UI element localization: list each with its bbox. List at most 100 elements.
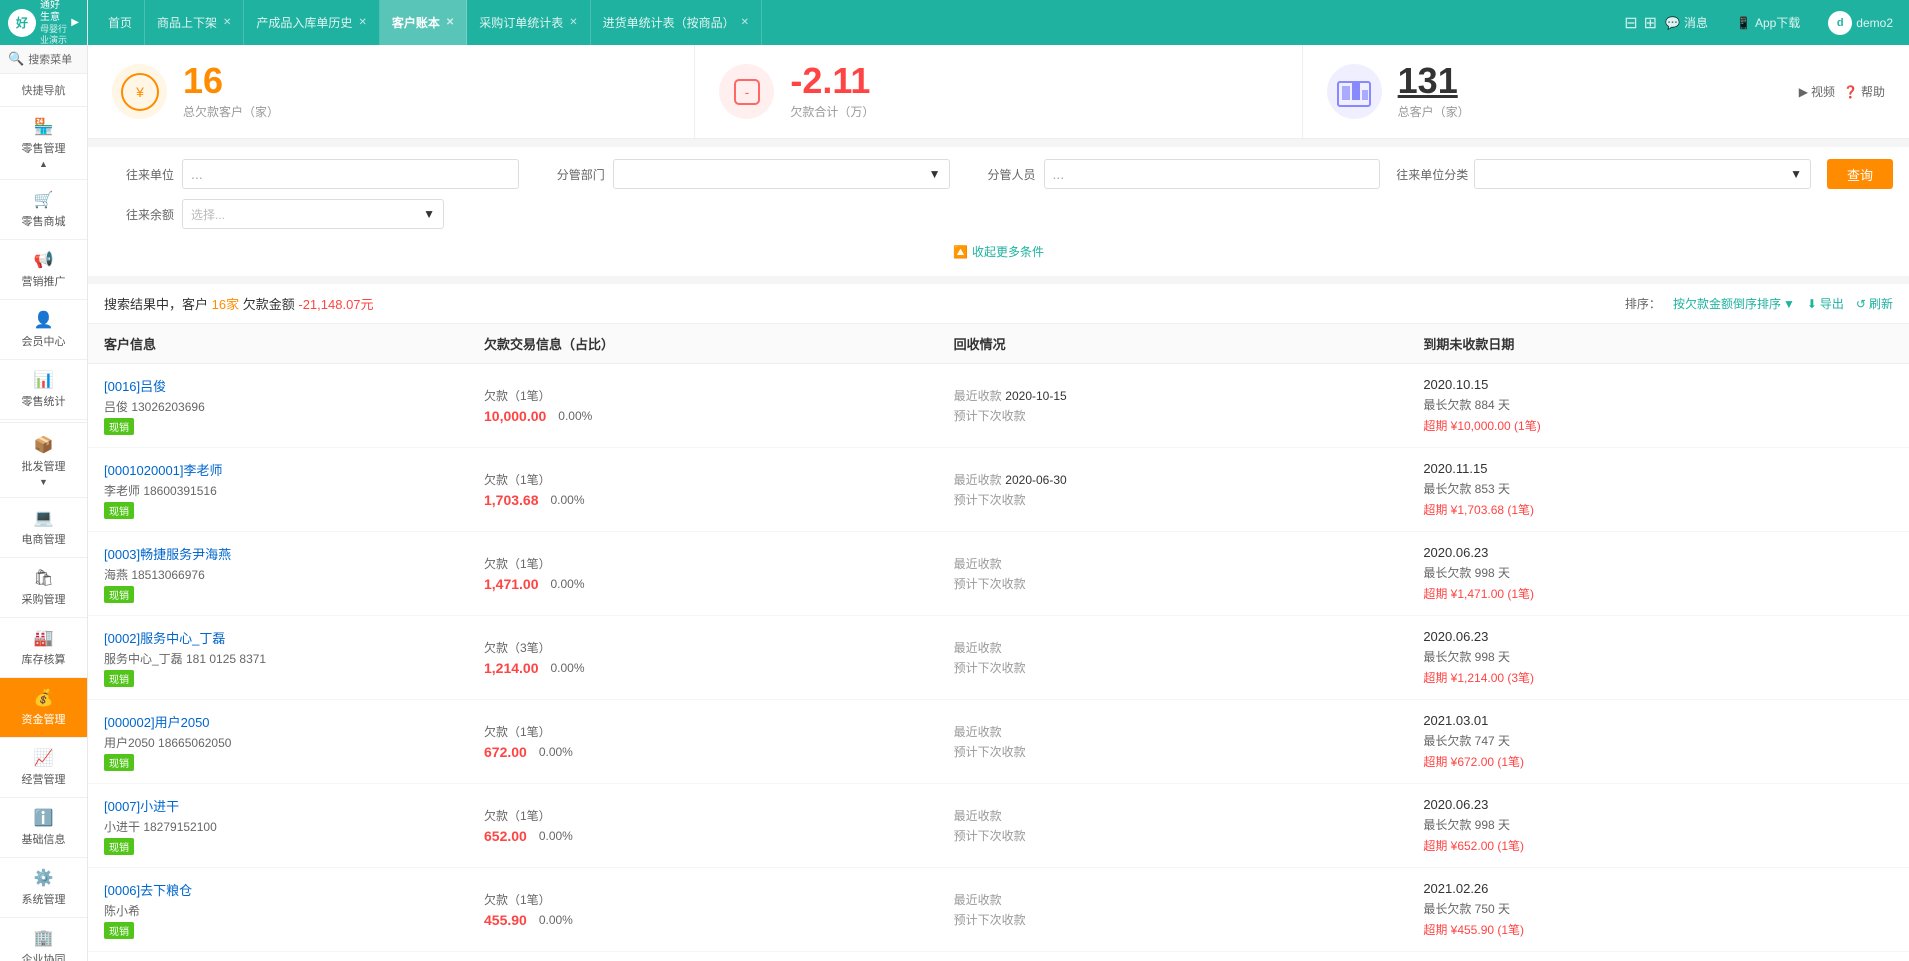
collapse-button[interactable]: 🔼 收起更多条件: [953, 243, 1044, 260]
tab-close-icon[interactable]: ✕: [358, 17, 366, 28]
sidebar-item-inventory[interactable]: 🏭 库存核算: [0, 618, 87, 678]
member-icon: 👤: [34, 310, 54, 330]
retail-mgmt-icon: 🏪: [34, 117, 54, 137]
overdue-amount-4[interactable]: 超期 ¥672.00 (1笔): [1423, 753, 1893, 770]
inventory-icon: 🏭: [34, 628, 54, 648]
debt-amount-0: 10,000.00: [484, 408, 546, 424]
debt-row-3: 1,214.00 0.00%: [484, 660, 954, 676]
sidebar-item-purchase[interactable]: 🛍 采购管理: [0, 558, 87, 618]
table-row: [0007]小进干 小进干 18279152100 现销 欠款（1笔） 652.…: [88, 784, 1909, 868]
stat-card-debt-customers: ¥ 16 总欠款客户（家）: [88, 45, 695, 138]
recovery-info-5: 最近收款 预计下次收款: [954, 807, 1424, 844]
sidebar-item-label: 经营管理: [22, 771, 66, 787]
sidebar-item-member[interactable]: 👤 会员中心: [0, 300, 87, 360]
debt-amount-1: 1,703.68: [484, 492, 539, 508]
tab-customer-account[interactable]: 客户账本 ✕: [380, 0, 467, 45]
total-customers-label: 总客户（家）: [1398, 103, 1783, 120]
message-label: 消息: [1684, 14, 1708, 31]
message-btn[interactable]: 💬 消息: [1657, 10, 1716, 35]
debt-row-5: 652.00 0.00%: [484, 828, 954, 844]
customer-info-1: [0001020001]李老师 李老师 18600391516 现销: [104, 460, 484, 519]
app-download-btn[interactable]: 📱 App下载: [1728, 10, 1808, 35]
main-area: 首页 商品上下架 ✕ 产成品入库单历史 ✕ 客户账本 ✕ 采购订单统计表 ✕ 进…: [88, 0, 1909, 961]
customer-name-1[interactable]: [0001020001]李老师: [104, 460, 484, 479]
debt-info-2: 欠款（1笔） 1,471.00 0.00%: [484, 555, 954, 592]
query-button[interactable]: 查询: [1827, 159, 1893, 189]
customer-name-5[interactable]: [0007]小进干: [104, 796, 484, 815]
minimize-icon[interactable]: ⊟: [1624, 13, 1637, 33]
sidebar-item-label: 电商管理: [22, 531, 66, 547]
sidebar-item-finance[interactable]: 💰 资金管理: [0, 678, 87, 738]
overdue-amount-2[interactable]: 超期 ¥1,471.00 (1笔): [1423, 585, 1893, 602]
sidebar-item-system[interactable]: ⚙️ 系统管理: [0, 858, 87, 918]
table-row: [0003]畅捷服务尹海燕 海燕 18513066976 现销 欠款（1笔） 1…: [88, 532, 1909, 616]
recovery-info-6: 最近收款 预计下次收款: [954, 891, 1424, 928]
recovery-info-3: 最近收款 预计下次收款: [954, 639, 1424, 676]
balance-select[interactable]: 选择... ▼: [182, 199, 444, 229]
customer-name-0[interactable]: [0016]吕俊: [104, 376, 484, 395]
tab-close-icon[interactable]: ✕: [446, 17, 454, 28]
overdue-date-0: 2020.10.15: [1423, 377, 1893, 392]
refresh-icon: ↺: [1856, 297, 1866, 311]
tab-close-icon[interactable]: ✕: [741, 17, 749, 28]
debt-row-1: 1,703.68 0.00%: [484, 492, 954, 508]
overdue-amount-5[interactable]: 超期 ¥652.00 (1笔): [1423, 837, 1893, 854]
refresh-button[interactable]: ↺ 刷新: [1856, 295, 1893, 312]
source-unit-input[interactable]: ...: [182, 159, 519, 189]
recovery-next-5: 预计下次收款: [954, 827, 1424, 844]
logo-expand-icon[interactable]: ▶: [71, 17, 79, 28]
recovery-latest-3: 最近收款: [954, 639, 1424, 656]
maximize-icon[interactable]: ⊞: [1644, 13, 1657, 33]
recovery-info-4: 最近收款 预计下次收款: [954, 723, 1424, 760]
tab-customer-account-label: 客户账本: [392, 14, 440, 31]
overdue-amount-0[interactable]: 超期 ¥10,000.00 (1笔): [1423, 417, 1893, 434]
tab-product-history[interactable]: 产成品入库单历史 ✕: [244, 0, 379, 45]
sidebar-item-ecommerce[interactable]: 💻 电商管理: [0, 498, 87, 558]
overdue-amount-3[interactable]: 超期 ¥1,214.00 (3笔): [1423, 669, 1893, 686]
customer-tag-5: 现销: [104, 838, 134, 855]
sidebar-item-ops-mgmt[interactable]: 📈 经营管理: [0, 738, 87, 798]
sidebar-item-retail-stats[interactable]: 📊 零售统计: [0, 360, 87, 420]
tab-close-icon[interactable]: ✕: [569, 17, 577, 28]
unit-class-select[interactable]: ▼: [1474, 159, 1811, 189]
sidebar-item-retail-mall[interactable]: 🛒 零售商城: [0, 180, 87, 240]
export-button[interactable]: ⬇ 导出: [1807, 295, 1844, 312]
user-btn[interactable]: d demo2: [1820, 7, 1901, 39]
quick-nav[interactable]: 快捷导航: [0, 74, 87, 107]
sidebar-item-label: 零售统计: [22, 393, 66, 409]
result-text: 搜索结果中，客户 16家 欠款金额 -21,148.07元: [104, 294, 374, 313]
sidebar-item-label: 系统管理: [22, 891, 66, 907]
sidebar-item-label: 企业协同: [22, 951, 66, 961]
customer-name-2[interactable]: [0003]畅捷服务尹海燕: [104, 544, 484, 563]
tab-close-icon[interactable]: ✕: [223, 17, 231, 28]
tab-inventory-stats[interactable]: 进货单统计表（按商品） ✕: [591, 0, 762, 45]
tab-home[interactable]: 首页: [96, 0, 145, 45]
customer-name-3[interactable]: [0002]服务中心_丁磊: [104, 628, 484, 647]
tab-products-off[interactable]: 商品上下架 ✕: [145, 0, 244, 45]
table-row: [0006]去下粮仓 陈小希 现销 欠款（1笔） 455.90 0.00% 最近…: [88, 868, 1909, 952]
sidebar-item-enterprise[interactable]: 🏢 企业协同: [0, 918, 87, 961]
customer-name-4[interactable]: [000002]用户2050: [104, 712, 484, 731]
sidebar-item-basic-info[interactable]: ℹ️ 基础信息: [0, 798, 87, 858]
manager-dots: ...: [1053, 166, 1065, 182]
overdue-info-2: 2020.06.23 最长欠款 998 天 超期 ¥1,471.00 (1笔): [1423, 545, 1893, 602]
debt-ratio-5: 0.00%: [539, 829, 573, 843]
debt-row-2: 1,471.00 0.00%: [484, 576, 954, 592]
sort-value[interactable]: 按欠款金额倒序排序 ▼: [1673, 295, 1795, 312]
stat-card-total-debt: - -2.11 欠款合计（万）: [695, 45, 1302, 138]
sidebar-item-label: 基础信息: [22, 831, 66, 847]
manager-input[interactable]: ...: [1044, 159, 1381, 189]
help-btn[interactable]: ❓ 帮助: [1843, 83, 1885, 100]
customer-name-6[interactable]: [0006]去下粮仓: [104, 880, 484, 899]
sidebar-item-retail-mgmt[interactable]: 🏪 零售管理 ▲: [0, 107, 87, 180]
video-btn[interactable]: ▶ 视频: [1799, 83, 1835, 100]
dept-select[interactable]: ▼: [613, 159, 950, 189]
overdue-amount-1[interactable]: 超期 ¥1,703.68 (1笔): [1423, 501, 1893, 518]
sidebar-item-batch-mgmt[interactable]: 📦 批发管理 ▼: [0, 425, 87, 498]
col-header-customer: 客户信息: [104, 334, 484, 353]
tab-purchase-order[interactable]: 采购订单统计表 ✕: [467, 0, 590, 45]
sidebar-item-marketing[interactable]: 📢 营销推广: [0, 240, 87, 300]
overdue-amount-6[interactable]: 超期 ¥455.90 (1笔): [1423, 921, 1893, 938]
debt-ratio-6: 0.00%: [539, 913, 573, 927]
sidebar: 好 畅捷通好生意 母婴行业演示账套 ▶ 🔍 搜索菜单 快捷导航 🏪 零售管理 ▲…: [0, 0, 88, 961]
